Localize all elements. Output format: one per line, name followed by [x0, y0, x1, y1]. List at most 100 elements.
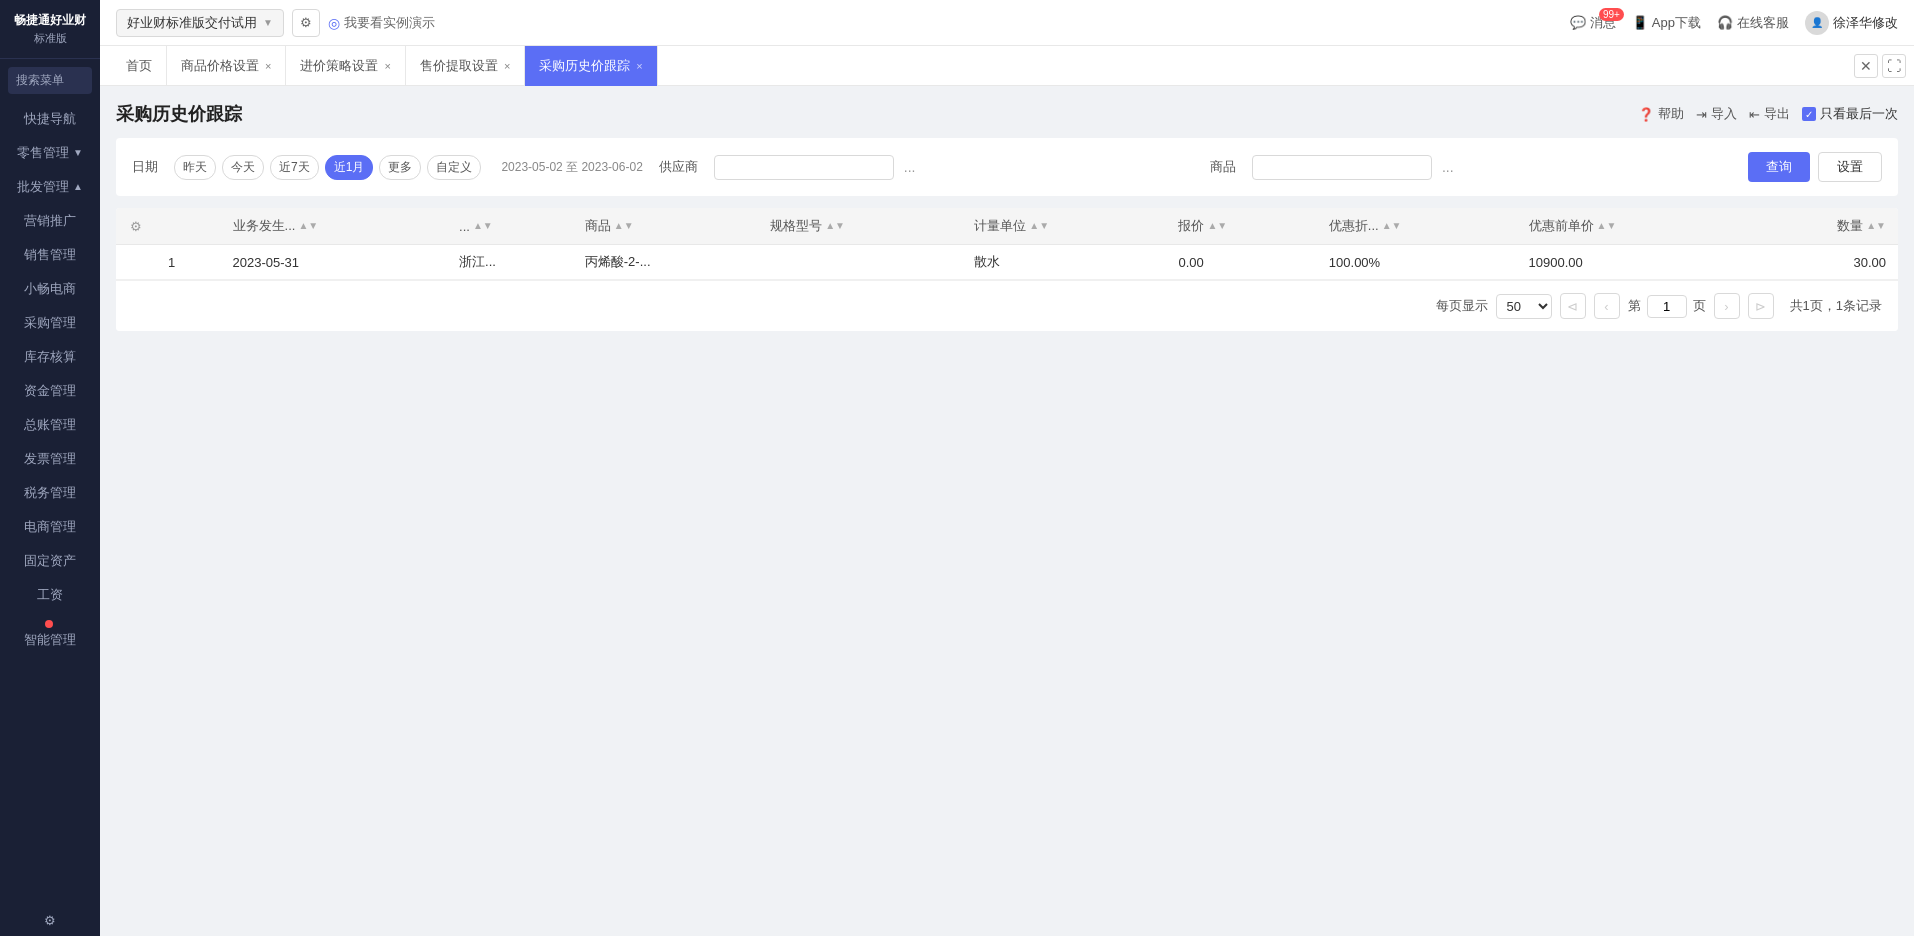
help-icon: ❓	[1638, 107, 1654, 122]
sidebar-item-tax[interactable]: 税务管理	[0, 476, 100, 510]
tab-home-label: 首页	[126, 57, 152, 75]
topbar: 好业财标准版交付试用 ▼ ⚙ ◎ 我要看实例演示 💬 消息 99+ 📱 App下…	[100, 0, 1914, 46]
only-last-checkbox[interactable]: ✓	[1802, 107, 1816, 121]
table-wrap: ⚙ 业务发生... ▲▼ ...	[116, 208, 1898, 280]
sidebar-item-wholesale[interactable]: 批发管理 ▲	[0, 170, 100, 204]
date-btn-7days[interactable]: 近7天	[270, 155, 319, 180]
sidebar-item-salary[interactable]: 工资	[0, 578, 100, 612]
version-selector[interactable]: 好业财标准版交付试用 ▼	[116, 9, 284, 37]
tab-strategy-close[interactable]: ×	[384, 60, 390, 72]
th-unit-sort[interactable]: ▲▼	[1029, 221, 1049, 231]
sidebar-item-smart[interactable]: 智能管理	[0, 612, 100, 657]
th-spec-sort[interactable]: ▲▼	[825, 221, 845, 231]
cell-date: 2023-05-31	[221, 245, 448, 280]
sidebar-item-ledger[interactable]: 总账管理	[0, 408, 100, 442]
date-btn-custom[interactable]: 自定义	[427, 155, 481, 180]
import-label: 导入	[1711, 105, 1737, 123]
th-goods-sort[interactable]: ▲▼	[614, 221, 634, 231]
page-input[interactable]	[1647, 295, 1687, 318]
user-menu[interactable]: 👤 徐泽华修改	[1805, 11, 1898, 35]
help-button[interactable]: ❓ 帮助	[1638, 105, 1684, 123]
ledger-label: 总账管理	[24, 416, 76, 434]
settings-button[interactable]: 设置	[1818, 152, 1882, 182]
filter-actions: 查询 设置	[1748, 152, 1882, 182]
user-avatar: 👤	[1805, 11, 1829, 35]
cell-goods: 丙烯酸-2-...	[573, 245, 758, 280]
tab-price-close[interactable]: ×	[265, 60, 271, 72]
column-settings-icon[interactable]: ⚙	[130, 219, 142, 234]
date-btn-yesterday[interactable]: 昨天	[174, 155, 216, 180]
sidebar-settings[interactable]: ⚙	[0, 905, 100, 936]
sidebar-item-inventory[interactable]: 库存核算	[0, 340, 100, 374]
sidebar-item-ecommerce-small[interactable]: 小畅电商	[0, 272, 100, 306]
tab-close-button[interactable]: ✕	[1854, 54, 1878, 78]
demo-button[interactable]: ◎ 我要看实例演示	[328, 14, 435, 32]
messages-button[interactable]: 💬 消息 99+	[1570, 14, 1616, 32]
th-quoted-sort[interactable]: ▲▼	[1207, 221, 1227, 231]
online-service-label: 在线客服	[1737, 14, 1789, 32]
th-pre-discount-sort[interactable]: ▲▼	[1597, 221, 1617, 231]
supplier-input[interactable]	[714, 155, 894, 180]
import-button[interactable]: ⇥ 导入	[1696, 105, 1737, 123]
per-page-select[interactable]: 20 50 100 200	[1496, 294, 1552, 319]
table-body: 1 2023-05-31 浙江... 丙烯酸-2-... 散水 0.00 100…	[116, 245, 1898, 280]
goods-dots[interactable]: ...	[1438, 159, 1458, 175]
export-button[interactable]: ⇤ 导出	[1749, 105, 1790, 123]
sidebar-item-sales[interactable]: 销售管理	[0, 238, 100, 272]
date-btn-more[interactable]: 更多	[379, 155, 421, 180]
supplier-dots[interactable]: ...	[900, 159, 920, 175]
th-quoted-price: 报价 ▲▼	[1166, 208, 1316, 245]
cell-seq: 1	[156, 245, 221, 280]
only-last-checkbox-group[interactable]: ✓ 只看最后一次	[1802, 105, 1898, 123]
export-icon: ⇤	[1749, 107, 1760, 122]
user-name: 徐泽华修改	[1833, 14, 1898, 32]
sidebar-item-assets[interactable]: 固定资产	[0, 544, 100, 578]
tab-price[interactable]: 商品价格设置 ×	[167, 46, 286, 86]
th-extra: ... ▲▼	[447, 208, 573, 245]
page-content: 采购历史价跟踪 ❓ 帮助 ⇥ 导入 ⇤ 导出 ✓ 只看最后一次	[100, 86, 1914, 936]
last-page-button[interactable]: ⊳	[1748, 293, 1774, 319]
tab-strategy-label: 进价策略设置	[300, 57, 378, 75]
sidebar-item-marketing[interactable]: 营销推广	[0, 204, 100, 238]
sidebar-item-retail[interactable]: 零售管理 ▼	[0, 136, 100, 170]
tab-home[interactable]: 首页	[112, 46, 167, 86]
tab-sale-close[interactable]: ×	[504, 60, 510, 72]
sidebar-item-quick-nav: 快捷导航	[0, 102, 100, 136]
th-quantity-sort[interactable]: ▲▼	[1866, 221, 1886, 231]
th-extra-sort[interactable]: ▲▼	[473, 221, 493, 231]
th-date-sort[interactable]: ▲▼	[298, 221, 318, 231]
th-discount-sort[interactable]: ▲▼	[1382, 221, 1402, 231]
first-page-button[interactable]: ⊲	[1560, 293, 1586, 319]
th-unit-label: 计量单位	[974, 217, 1026, 235]
page-label: 第	[1628, 297, 1641, 315]
sidebar-item-ecommerce[interactable]: 电商管理	[0, 510, 100, 544]
date-btn-today[interactable]: 今天	[222, 155, 264, 180]
sidebar-item-purchase[interactable]: 采购管理	[0, 306, 100, 340]
next-page-button[interactable]: ›	[1714, 293, 1740, 319]
invoice-label: 发票管理	[24, 450, 76, 468]
tab-strategy[interactable]: 进价策略设置 ×	[286, 46, 405, 86]
finance-label: 资金管理	[24, 382, 76, 400]
sidebar-item-finance[interactable]: 资金管理	[0, 374, 100, 408]
date-btn-1month[interactable]: 近1月	[325, 155, 374, 180]
goods-input[interactable]	[1252, 155, 1432, 180]
query-button[interactable]: 查询	[1748, 152, 1810, 182]
page-actions: ❓ 帮助 ⇥ 导入 ⇤ 导出 ✓ 只看最后一次	[1638, 105, 1898, 123]
online-service-button[interactable]: 🎧 在线客服	[1717, 14, 1789, 32]
topbar-gear-button[interactable]: ⚙	[292, 9, 320, 37]
app-download-button[interactable]: 📱 App下载	[1632, 14, 1701, 32]
prev-page-button[interactable]: ‹	[1594, 293, 1620, 319]
retail-arrow: ▼	[73, 147, 83, 158]
tab-purchase-history-label: 采购历史价跟踪	[539, 57, 630, 75]
tab-purchase-history-close[interactable]: ×	[636, 60, 642, 72]
search-menu-button[interactable]: 搜索菜单	[8, 67, 92, 94]
table-header-row: ⚙ 业务发生... ▲▼ ...	[116, 208, 1898, 245]
sidebar-item-invoice[interactable]: 发票管理	[0, 442, 100, 476]
tab-expand-button[interactable]: ⛶	[1882, 54, 1906, 78]
pagination: 每页显示 20 50 100 200 ⊲ ‹ 第 页 › ⊳ 共1页，1条记录	[116, 280, 1898, 331]
cell-discount: 100.00%	[1317, 245, 1517, 280]
date-label: 日期	[132, 158, 158, 176]
tab-purchase-history[interactable]: 采购历史价跟踪 ×	[525, 46, 657, 86]
filter-row: 日期 昨天 今天 近7天 近1月 更多 自定义 2023-05-02 至 202…	[132, 152, 1882, 182]
tab-sale[interactable]: 售价提取设置 ×	[406, 46, 525, 86]
